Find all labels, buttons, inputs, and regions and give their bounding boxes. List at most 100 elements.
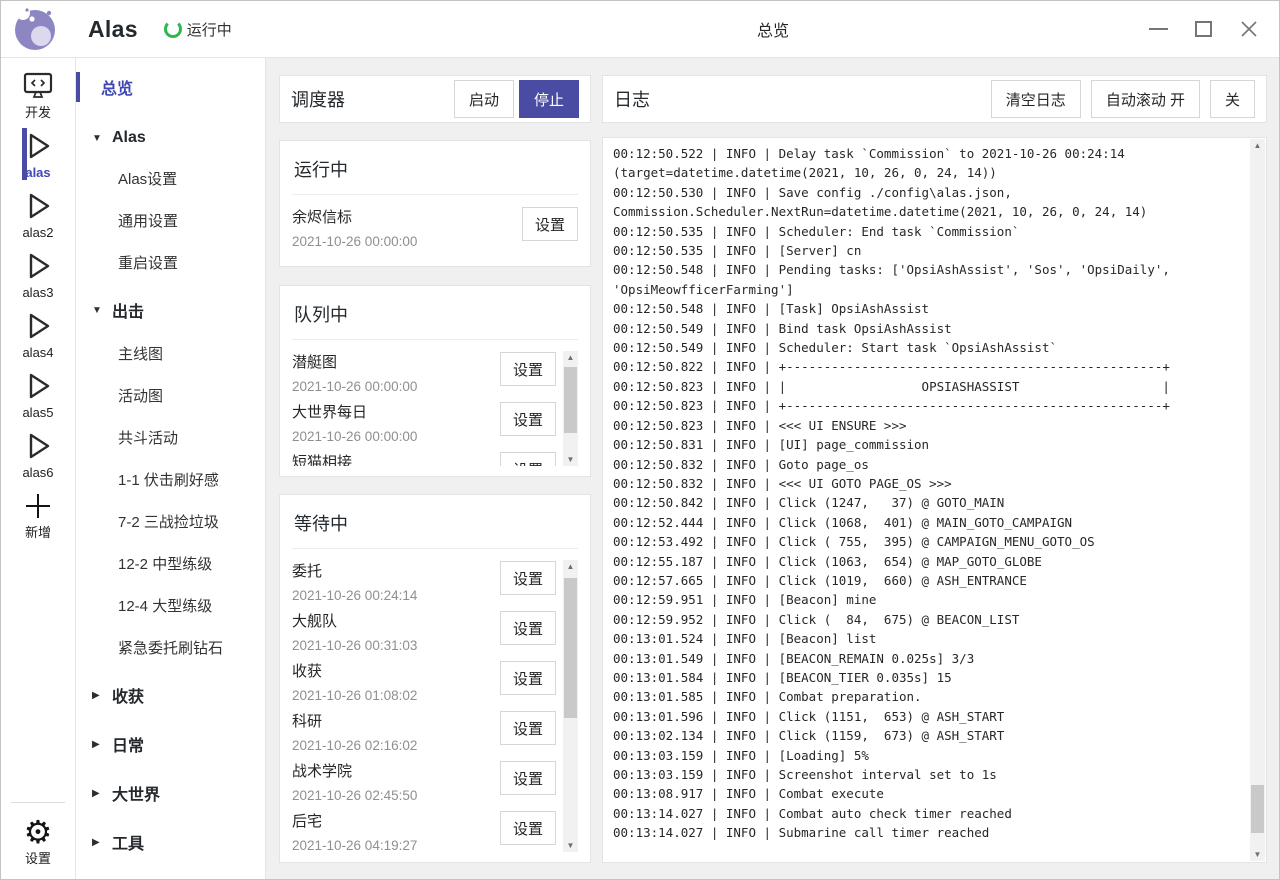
task-row: 后宅 2021-10-26 04:19:27 设置	[292, 810, 556, 852]
nav-sidebar: 总览 ▼ Alas Alas设置通用设置重启设置 ▼ 出击	[76, 58, 266, 879]
log-line: 00:12:50.522 | INFO | Delay task `Commis…	[613, 144, 1240, 183]
nav-item-overview[interactable]: 总览	[76, 70, 265, 104]
profile-item-label: alas5	[22, 406, 53, 419]
profile-item[interactable]: 开发	[22, 64, 54, 124]
scroll-down-icon[interactable]: ▼	[563, 453, 578, 466]
task-setting-button[interactable]: 设置	[500, 352, 556, 386]
task-name: 余烬信标	[292, 206, 417, 227]
scrollbar-thumb[interactable]	[564, 578, 577, 718]
nav-item[interactable]: 共斗活动	[76, 427, 265, 448]
nav-item[interactable]: 活动图	[76, 385, 265, 406]
expand-arrow-icon: ▼	[92, 305, 103, 316]
nav-item[interactable]: 通用设置	[76, 210, 265, 231]
maximize-button[interactable]	[1181, 1, 1226, 58]
log-line: 00:12:50.823 | INFO | <<< UI ENSURE >>>	[613, 416, 1240, 435]
nav-group: ▶ 大世界	[76, 781, 265, 805]
nav-group-header[interactable]: ▼ Alas	[76, 129, 265, 147]
task-setting-button[interactable]: 设置	[522, 207, 578, 241]
task-setting-button[interactable]: 设置	[500, 561, 556, 595]
log-line: 00:13:01.596 | INFO | Click (1151, 653) …	[613, 707, 1240, 726]
nav-item[interactable]: 重启设置	[76, 252, 265, 273]
nav-group-header[interactable]: ▼ 出击	[76, 298, 265, 322]
task-setting-button[interactable]: 设置	[500, 661, 556, 695]
scheduler-panel-header: 调度器 启动 停止	[279, 75, 591, 123]
waiting-title: 等待中	[292, 507, 578, 549]
nav-item[interactable]: 12-4 大型练级	[76, 595, 265, 616]
scrollbar-thumb[interactable]	[1251, 785, 1264, 833]
nav-item[interactable]: 1-1 伏击刷好感	[76, 469, 265, 490]
task-info: 大舰队 2021-10-26 00:31:03	[292, 610, 417, 653]
task-setting-button[interactable]: 设置	[500, 811, 556, 845]
task-setting-button[interactable]: 设置	[500, 611, 556, 645]
task-info: 收获 2021-10-26 01:08:02	[292, 660, 417, 703]
scroll-up-icon[interactable]: ▲	[1250, 139, 1265, 152]
nav-group-header[interactable]: ▶ 大世界	[76, 781, 265, 805]
profile-item-label: alas2	[22, 226, 53, 239]
log-scrollbar[interactable]: ▲ ▼	[1250, 139, 1265, 861]
log-panel: 00:12:50.522 | INFO | Delay task `Commis…	[602, 137, 1267, 863]
waiting-scrollbar[interactable]: ▲ ▼	[563, 560, 578, 852]
task-row: 战术学院 2021-10-26 02:45:50 设置	[292, 760, 556, 810]
autoscroll-on-button[interactable]: 自动滚动 开	[1091, 80, 1200, 118]
stop-button[interactable]: 停止	[519, 80, 579, 118]
waiting-card: 等待中 委托 2021-10-26 00:24:14 设置	[279, 494, 591, 863]
task-row: 余烬信标 2021-10-26 00:00:00 设置	[292, 206, 578, 256]
profile-item[interactable]: alas3	[22, 244, 54, 304]
start-button[interactable]: 启动	[454, 80, 514, 118]
profile-item[interactable]: alas	[22, 124, 54, 184]
scroll-up-icon[interactable]: ▲	[563, 351, 578, 364]
scrollbar-thumb[interactable]	[564, 367, 577, 433]
scroll-up-icon[interactable]: ▲	[563, 560, 578, 573]
log-line: 00:12:50.823 | INFO | | OPSIASHASSIST |	[613, 377, 1240, 396]
page-title: 总览	[757, 17, 789, 41]
nav-group: ▶ 日常	[76, 732, 265, 756]
expand-arrow-icon: ▼	[92, 133, 103, 144]
nav-group-header[interactable]: ▶ 工具	[76, 830, 265, 854]
nav-item[interactable]: 紧急委托刷钻石	[76, 637, 265, 658]
task-time: 2021-10-26 01:08:02	[292, 688, 417, 703]
profile-item[interactable]: alas5	[22, 364, 54, 424]
task-setting-button[interactable]: 设置	[500, 761, 556, 795]
nav-item[interactable]: 主线图	[76, 343, 265, 364]
nav-item[interactable]: 12-2 中型练级	[76, 553, 265, 574]
titlebar: Alas 运行中 总览	[1, 1, 1279, 58]
expand-arrow-icon: ▶	[92, 837, 103, 848]
log-title: 日志	[614, 86, 650, 112]
nav-item[interactable]: 7-2 三战捡垃圾	[76, 511, 265, 532]
scroll-down-icon[interactable]: ▼	[563, 839, 578, 852]
profile-item-label: 新增	[25, 526, 51, 539]
running-task-list: 余烬信标 2021-10-26 00:00:00 设置	[292, 195, 578, 256]
task-name: 收获	[292, 660, 417, 681]
scroll-down-icon[interactable]: ▼	[1250, 848, 1265, 861]
play-icon	[23, 430, 53, 462]
task-name: 科研	[292, 710, 417, 731]
task-setting-button[interactable]: 设置	[500, 711, 556, 745]
clear-log-button[interactable]: 清空日志	[991, 80, 1081, 118]
log-line: 00:12:50.842 | INFO | Click (1247, 37) @…	[613, 493, 1240, 512]
profile-item[interactable]: 新增	[22, 484, 54, 544]
log-line: 00:13:14.027 | INFO | Submarine call tim…	[613, 823, 1240, 842]
expand-arrow-icon: ▶	[92, 788, 103, 799]
profile-item[interactable]: alas2	[22, 184, 54, 244]
log-line: 00:12:53.492 | INFO | Click ( 755, 395) …	[613, 532, 1240, 551]
task-info: 短猫相接 2021-10-26 00:00:00	[292, 451, 417, 466]
nav-group-header[interactable]: ▶ 收获	[76, 683, 265, 707]
task-setting-button[interactable]: 设置	[500, 452, 556, 466]
settings-button[interactable]: ⚙ 设置	[1, 809, 75, 871]
close-button[interactable]	[1226, 1, 1271, 58]
nav-group-label: 日常	[112, 732, 144, 756]
log-column: 日志 清空日志 自动滚动 开 关 00:12:50.522 | INFO | D…	[602, 75, 1267, 863]
profile-item[interactable]: alas4	[22, 304, 54, 364]
nav-item[interactable]: Alas设置	[76, 168, 265, 189]
pending-scrollbar[interactable]: ▲ ▼	[563, 351, 578, 466]
profile-item[interactable]: alas6	[22, 424, 54, 484]
task-setting-button[interactable]: 设置	[500, 402, 556, 436]
nav-group-list: ▼ Alas Alas设置通用设置重启设置 ▼ 出击 主	[76, 129, 265, 854]
minimize-icon	[1149, 28, 1168, 30]
nav-group-header[interactable]: ▶ 日常	[76, 732, 265, 756]
profile-item-label: alas3	[22, 286, 53, 299]
log-line: 00:12:50.535 | INFO | Scheduler: End tas…	[613, 222, 1240, 241]
autoscroll-off-button[interactable]: 关	[1210, 80, 1255, 118]
nav-group: ▼ Alas Alas设置通用设置重启设置	[76, 129, 265, 273]
minimize-button[interactable]	[1136, 1, 1181, 58]
